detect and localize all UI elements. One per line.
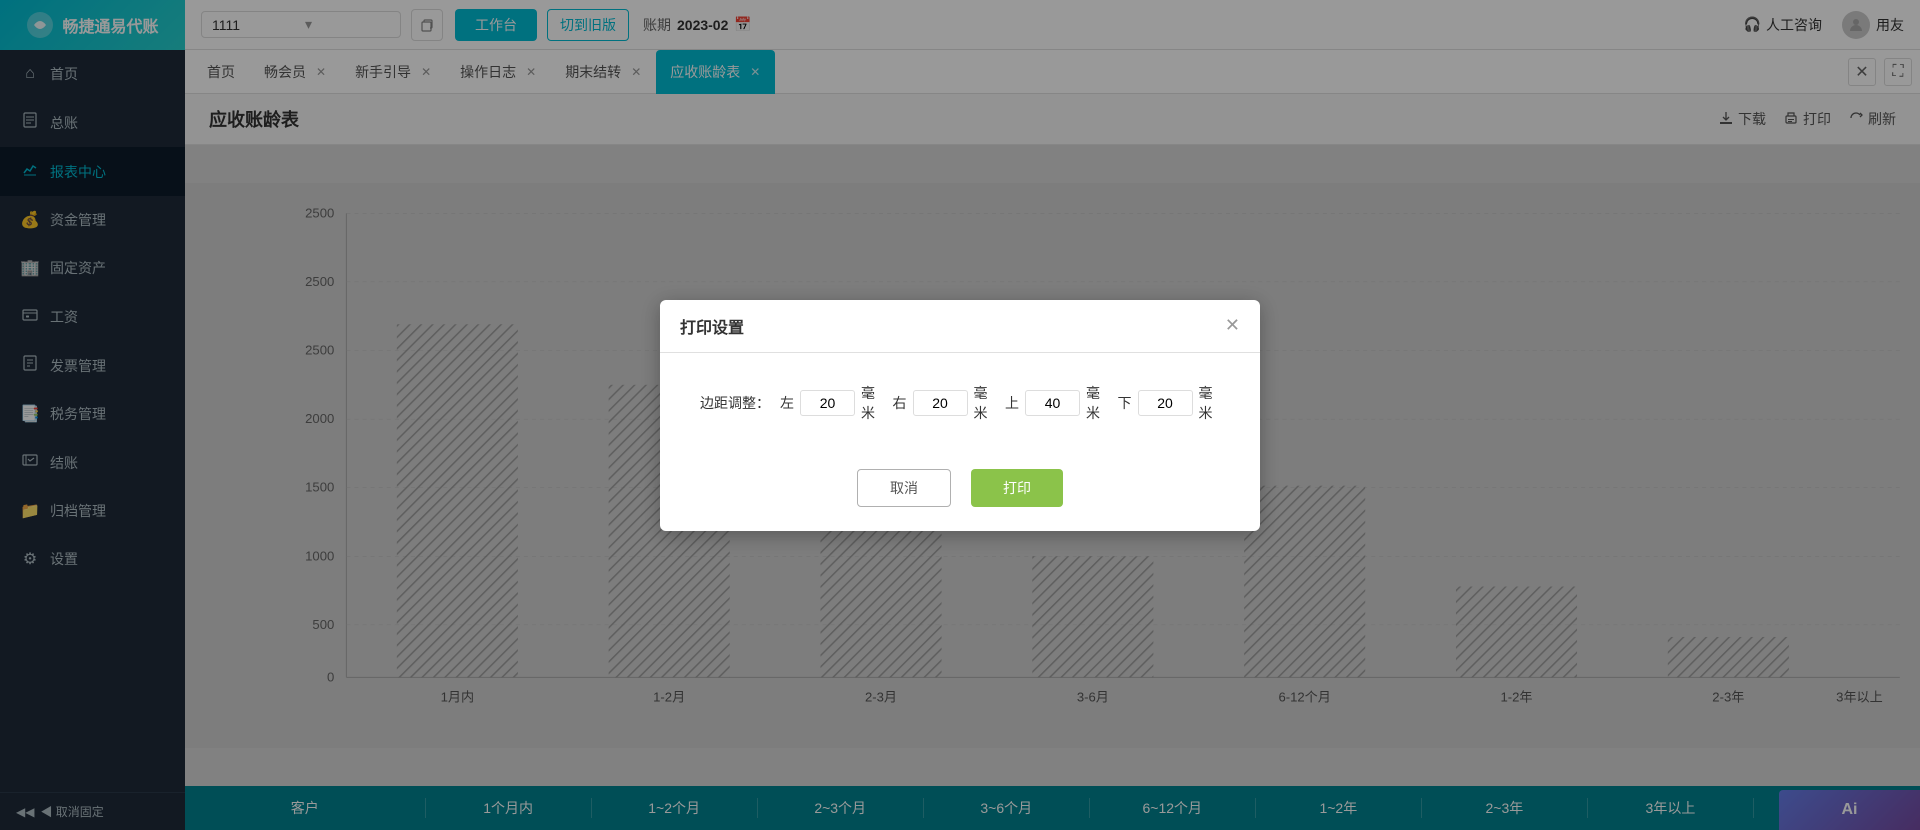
top-unit: 毫米 xyxy=(1086,383,1108,423)
modal-body: 边距调整： 左 毫米 右 毫米 上 毫米 下 xyxy=(660,353,1260,453)
right-margin-group: 右 毫米 xyxy=(893,383,996,423)
left-margin-group: 左 毫米 xyxy=(780,383,883,423)
top-margin-input[interactable] xyxy=(1025,390,1080,416)
top-margin-group: 上 毫米 xyxy=(1005,383,1108,423)
modal-title: 打印设置 xyxy=(680,314,1225,338)
modal-header: 打印设置 ✕ xyxy=(660,300,1260,353)
left-margin-input[interactable] xyxy=(800,390,855,416)
modal-close-button[interactable]: ✕ xyxy=(1225,315,1240,336)
right-prefix: 右 xyxy=(893,393,907,413)
print-confirm-button[interactable]: 打印 xyxy=(971,469,1063,507)
left-prefix: 左 xyxy=(780,393,794,413)
right-unit: 毫米 xyxy=(974,383,996,423)
bottom-margin-group: 下 毫米 xyxy=(1118,383,1221,423)
margin-form-row: 边距调整： 左 毫米 右 毫米 上 毫米 下 xyxy=(700,383,1220,423)
print-settings-dialog: 打印设置 ✕ 边距调整： 左 毫米 右 毫米 上 毫米 xyxy=(660,300,1260,531)
modal-footer: 取消 打印 xyxy=(660,453,1260,531)
bottom-prefix: 下 xyxy=(1118,393,1132,413)
bottom-margin-input[interactable] xyxy=(1138,390,1193,416)
cancel-button[interactable]: 取消 xyxy=(857,469,951,507)
left-unit: 毫米 xyxy=(861,383,883,423)
top-prefix: 上 xyxy=(1005,393,1019,413)
modal-overlay: 打印设置 ✕ 边距调整： 左 毫米 右 毫米 上 毫米 xyxy=(0,0,1920,830)
right-margin-input[interactable] xyxy=(913,390,968,416)
bottom-unit: 毫米 xyxy=(1199,383,1221,423)
margin-label: 边距调整： xyxy=(700,393,770,413)
